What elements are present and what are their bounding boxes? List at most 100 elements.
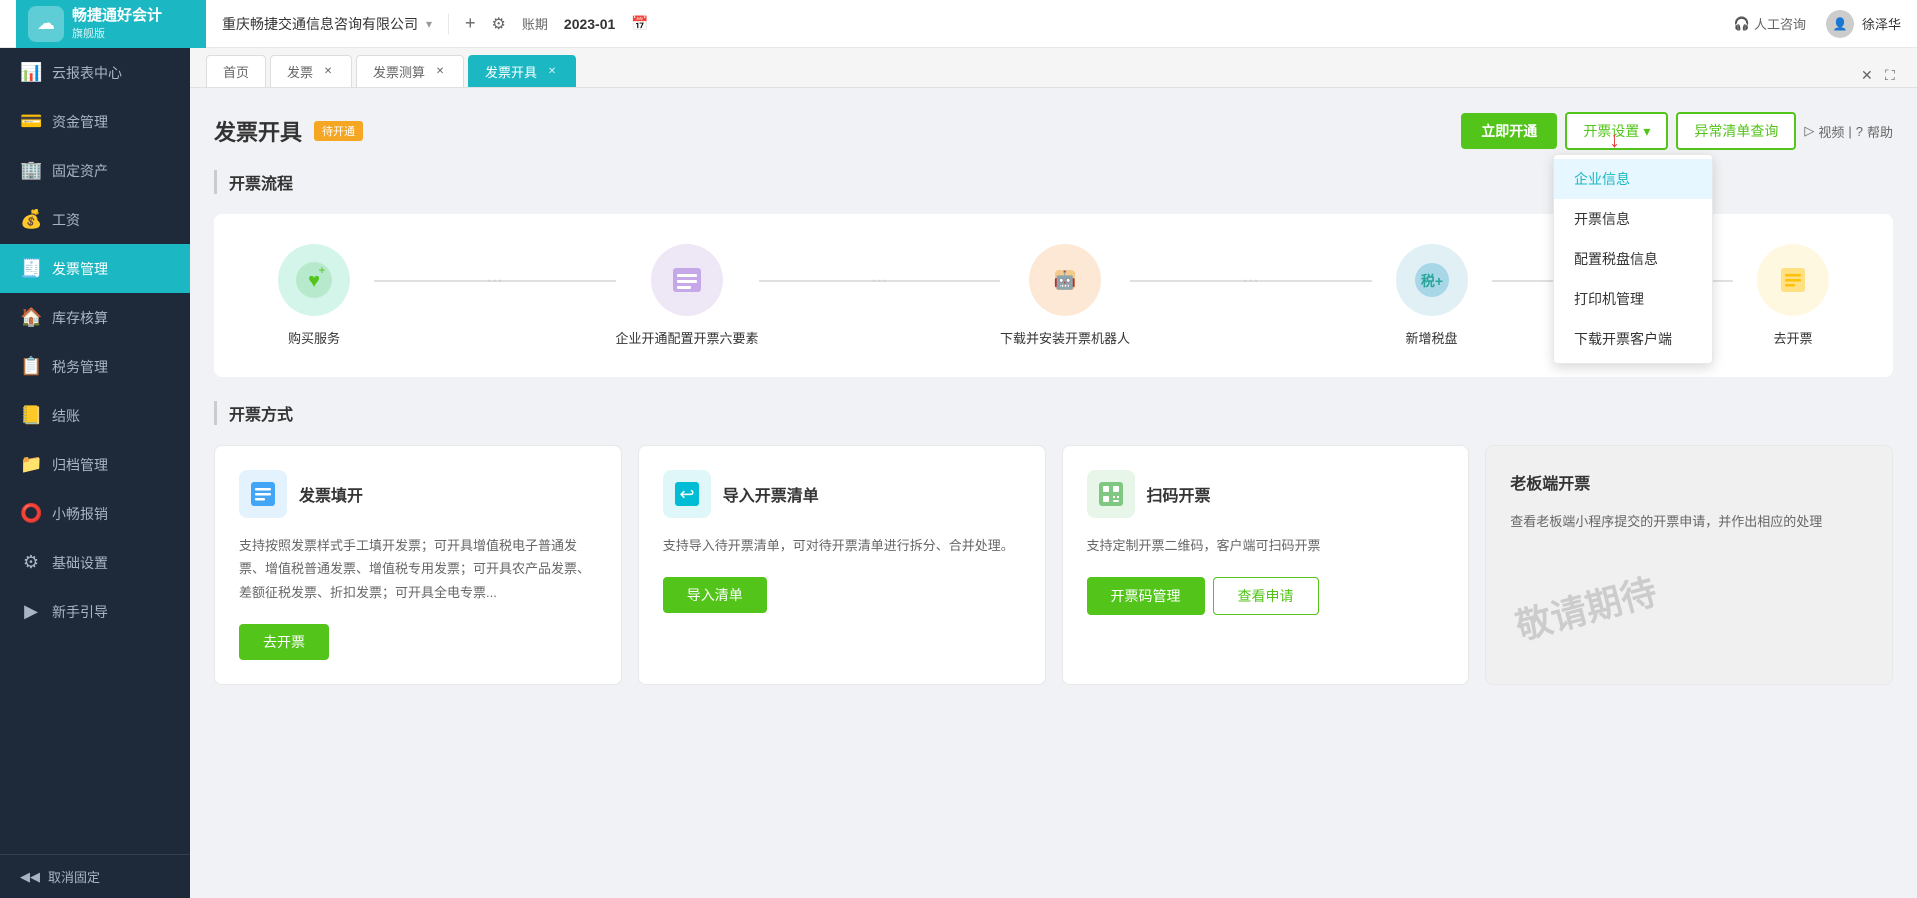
dropdown-printer[interactable]: 打印机管理 [1554,279,1712,319]
abnormal-list-button[interactable]: 异常清单查询 [1676,112,1796,150]
dropdown-company-info[interactable]: 企业信息 [1554,159,1712,199]
sidebar-item-payroll[interactable]: 💰 工资 [0,195,190,244]
sidebar-item-tax[interactable]: 📋 税务管理 [0,342,190,391]
support-label: 人工咨询 [1754,14,1806,33]
period-label: 账期 [522,14,548,33]
tab-home[interactable]: 首页 [206,55,266,87]
sidebar-bottom-unpin[interactable]: ◀◀ 取消固定 [0,854,190,898]
help-label: 帮助 [1867,122,1893,141]
step5-label: 去开票 [1774,328,1813,347]
scan-code-manage-button[interactable]: 开票码管理 [1087,577,1205,615]
video-label: 视频 [1818,122,1844,141]
step1-label: 购买服务 [288,328,340,347]
user-name: 徐泽华 [1862,14,1901,33]
avatar: 👤 [1826,10,1854,38]
user-area[interactable]: 👤 徐泽华 [1826,10,1901,38]
svg-text:税+: 税+ [1420,273,1442,289]
dropdown-download-client[interactable]: 下载开票客户端 [1554,319,1712,359]
settings-arrow-icon: ▾ [1643,123,1650,140]
chart-icon: 📊 [20,62,42,83]
process-step-3: 🤖 下载并安装开票机器人 [1000,244,1130,347]
svg-text:+: + [318,263,325,277]
circle-icon: ⭕ [20,503,42,524]
close-window-btn[interactable]: ✕ [1861,67,1877,83]
sidebar-item-archive[interactable]: 📁 归档管理 [0,440,190,489]
chevron-down-icon: ▾ [426,17,432,31]
scan-invoice-title: 扫码开票 [1147,482,1211,506]
pin-icon: ◀◀ [20,869,40,885]
sidebar-item-inventory[interactable]: 🏠 库存核算 [0,293,190,342]
tab-invoice[interactable]: 发票 ✕ [270,55,352,87]
import-invoice-desc: 支持导入待开票清单，可对待开票清单进行拆分、合并处理。 [663,534,1021,557]
scan-invoice-desc: 支持定制开票二维码，客户端可扫码开票 [1087,534,1445,557]
logo-text-group: 畅捷通好会计 旗舰版 [72,7,162,41]
sidebar-item-label: 税务管理 [52,357,108,377]
money-icon: 💰 [20,209,42,230]
method-card-scan: 扫码开票 支持定制开票二维码，客户端可扫码开票 开票码管理 查看申请 [1062,445,1470,685]
dropdown-invoice-info[interactable]: 开票信息 [1554,199,1712,239]
tab-invoice-issue-close[interactable]: ✕ [545,65,559,79]
page-title: 发票开具 [214,115,302,147]
connector-3 [1130,280,1372,282]
tab-invoice-calc-close[interactable]: ✕ [433,65,447,79]
connector-1 [374,280,616,282]
header-actions: 立即开通 开票设置 ▾ 异常清单查询 ▷ 视频 | ? 帮助 ↓ 企业信息 开票… [1461,112,1893,150]
settings-dropdown: ↓ 企业信息 开票信息 配置税盘信息 打印机管理 下载开票客户端 [1553,154,1713,364]
methods-grid: 发票填开 支持按照发票样式手工填开发票；可开具增值税电子普通发票、增值税普通发票… [214,445,1893,685]
page-header: 发票开具 待开通 立即开通 开票设置 ▾ 异常清单查询 ▷ 视频 | ? 帮助 … [214,112,1893,150]
dropdown-tax-config[interactable]: 配置税盘信息 [1554,239,1712,279]
sidebar-item-accounting[interactable]: 📒 结账 [0,391,190,440]
import-list-button[interactable]: 导入清单 [663,577,767,613]
logo-icon: ☁ [28,6,64,42]
process-step-2: 企业开通配置开票六要素 [616,244,759,347]
calendar-icon[interactable]: 📅 [631,15,648,32]
sidebar-item-label: 发票管理 [52,259,108,279]
sidebar-item-cloud-report[interactable]: 📊 云报表中心 [0,48,190,97]
view-apply-button[interactable]: 查看申请 [1213,577,1319,615]
sidebar-item-fixed-assets[interactable]: 🏢 固定资产 [0,146,190,195]
tab-invoice-label: 发票 [287,62,313,81]
play-icon: ▶ [20,601,42,622]
tab-invoice-close[interactable]: ✕ [321,65,335,79]
video-button[interactable]: ▷ 视频 | ? 帮助 [1804,122,1893,141]
sidebar-item-label: 固定资产 [52,161,108,181]
sidebar-item-fund[interactable]: 💳 资金管理 [0,97,190,146]
company-area[interactable]: 重庆畅捷交通信息咨询有限公司 ▾ [206,14,449,34]
sidebar-item-label: 云报表中心 [52,63,122,83]
process-step-5: 去开票 [1733,244,1853,347]
sidebar-item-basic-settings[interactable]: ⚙ 基础设置 [0,538,190,587]
main-content: 发票开具 待开通 立即开通 开票设置 ▾ 异常清单查询 ▷ 视频 | ? 帮助 … [190,88,1917,898]
settings-icon[interactable]: ⚙ [492,14,506,34]
invoice-icon: 🧾 [20,258,42,279]
tab-invoice-issue-label: 发票开具 [485,62,537,81]
dropdown-arrow: ↓ [1609,127,1620,153]
activate-button[interactable]: 立即开通 [1461,113,1557,149]
tab-invoice-calc[interactable]: 发票测算 ✕ [356,55,464,87]
method-card-manual: 发票填开 支持按照发票样式手工填开发票；可开具增值税电子普通发票、增值税普通发票… [214,445,622,685]
tab-home-label: 首页 [223,62,249,81]
manual-invoice-title: 发票填开 [299,482,363,506]
sidebar-item-invoice[interactable]: 🧾 发票管理 [0,244,190,293]
page-title-area: 发票开具 待开通 [214,115,363,147]
support-link[interactable]: 🎧 人工咨询 [1734,14,1806,33]
manual-invoice-go-button[interactable]: 去开票 [239,624,329,660]
add-company-btn[interactable]: + [465,13,476,34]
sidebar-item-label: 基础设置 [52,553,108,573]
folder-icon: 📁 [20,454,42,475]
top-actions: + ⚙ 账期 2023-01 📅 [449,13,665,34]
sidebar-item-label: 小畅报销 [52,504,108,524]
sidebar-item-new-guide[interactable]: ▶ 新手引导 [0,587,190,636]
sidebar-item-label: 新手引导 [52,602,108,622]
tab-invoice-issue[interactable]: 发票开具 ✕ [468,55,576,87]
logo-area: ☁ 畅捷通好会计 旗舰版 [16,0,206,48]
window-controls: ✕ ⛶ [1861,67,1901,87]
import-invoice-title: 导入开票清单 [723,482,819,506]
scan-btns: 开票码管理 查看申请 [1087,577,1445,615]
maximize-window-btn[interactable]: ⛶ [1885,67,1901,83]
card-icon: 💳 [20,111,42,132]
sidebar-item-report-sales[interactable]: ⭕ 小畅报销 [0,489,190,538]
methods-section-title: 开票方式 [214,401,1893,425]
manual-invoice-icon [239,470,287,518]
step4-icon: 税+ [1396,244,1468,316]
logo-text: 畅捷通好会计 [72,7,162,25]
